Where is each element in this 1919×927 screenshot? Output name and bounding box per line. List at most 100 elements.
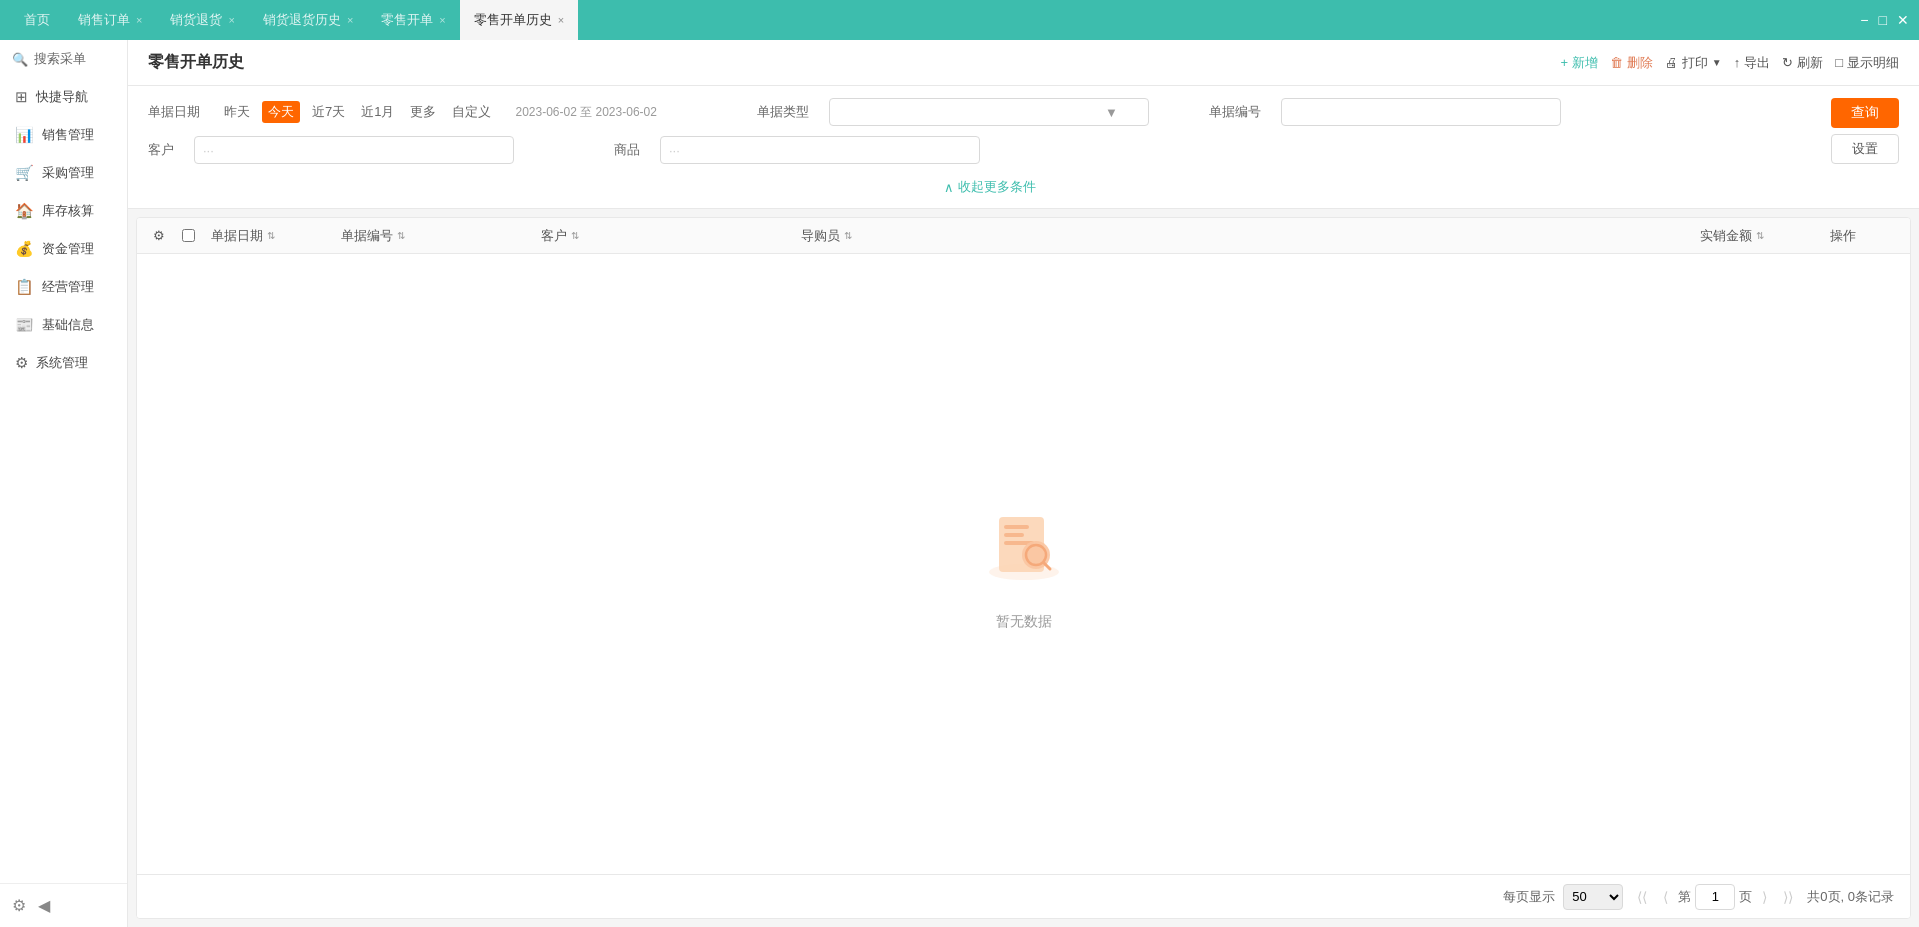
print-icon: 🖨	[1665, 55, 1678, 70]
type-select-arrow: ▼	[1105, 105, 1118, 120]
system-icon: ⚙	[15, 354, 28, 372]
query-button[interactable]: 查询	[1831, 98, 1899, 128]
delete-icon: 🗑	[1610, 55, 1623, 70]
date-options: 昨天 今天 近7天 近1月 更多 自定义	[220, 101, 495, 123]
print-button[interactable]: 🖨 打印 ▼	[1665, 54, 1722, 72]
display-detail-button[interactable]: □ 显示明细	[1835, 54, 1899, 72]
th-amount[interactable]: 实销金额 ⇅	[1692, 227, 1822, 245]
th-action-label: 操作	[1830, 227, 1856, 245]
sort-number-icon: ⇅	[397, 230, 405, 241]
customer-dots[interactable]: ···	[203, 143, 214, 158]
empty-illustration	[974, 497, 1074, 597]
setting-button[interactable]: 设置	[1831, 134, 1899, 164]
date-range: 2023-06-02 至 2023-06-02	[515, 104, 656, 121]
close-btn-window[interactable]: ✕	[1897, 12, 1909, 28]
sidebar-item-purchase[interactable]: 🛒 采购管理	[0, 154, 127, 192]
customer-select[interactable]: ···	[194, 136, 514, 164]
sidebar: 🔍 搜索采单 ⊞ 快捷导航 📊 销售管理 🛒 采购管理 🏠 库存核算 💰 资金管…	[0, 40, 128, 927]
select-all-checkbox[interactable]	[182, 229, 195, 242]
th-guide[interactable]: 导购员 ⇅	[793, 227, 933, 245]
close-tab-sales-return[interactable]: ×	[228, 14, 234, 26]
toolbar: + 新增 🗑 删除 🖨 打印 ▼ ↑ 导出 ↻ 刷新	[1561, 54, 1899, 72]
sidebar-search[interactable]: 🔍 搜索采单	[0, 40, 127, 78]
date-opt-custom[interactable]: 自定义	[448, 101, 495, 123]
tab-home[interactable]: 首页	[10, 0, 64, 40]
next-page-btn[interactable]: ⟩	[1756, 887, 1773, 907]
date-opt-more[interactable]: 更多	[406, 101, 440, 123]
window-controls: − □ ✕	[1860, 12, 1909, 28]
sidebar-item-sales[interactable]: 📊 销售管理	[0, 116, 127, 154]
tab-bar: 首页 销售订单 × 销货退货 × 销货退货历史 × 零售开单 × 零售开单历史 …	[10, 0, 1860, 40]
collapse-sidebar-icon[interactable]: ◀	[38, 896, 50, 915]
th-customer-label: 客户	[541, 227, 567, 245]
goods-label: 商品	[614, 141, 640, 159]
minimize-btn[interactable]: −	[1860, 12, 1868, 28]
last-page-btn[interactable]: ⟩⟩	[1777, 887, 1799, 907]
close-tab-sales-return-history[interactable]: ×	[347, 14, 353, 26]
date-opt-1month[interactable]: 近1月	[357, 101, 398, 123]
th-customer[interactable]: 客户 ⇅	[533, 227, 793, 245]
refresh-button[interactable]: ↻ 刷新	[1782, 54, 1823, 72]
maximize-btn[interactable]: □	[1879, 12, 1887, 28]
tab-retail-open[interactable]: 零售开单 ×	[367, 0, 459, 40]
per-page-label: 每页显示	[1503, 888, 1555, 906]
page-label: 第	[1678, 888, 1691, 906]
collapse-icon: ∧	[944, 180, 954, 195]
tab-sales-order[interactable]: 销售订单 ×	[64, 0, 156, 40]
pagination: 每页显示 50 100 200 ⟨⟨ ⟨ 第 页 ⟩ ⟩⟩ 共0页, 0条记录	[137, 874, 1910, 918]
table-header: ⚙ 单据日期 ⇅ 单据编号 ⇅ 客户 ⇅ 导购员	[137, 218, 1910, 254]
sidebar-item-system[interactable]: ⚙ 系统管理	[0, 344, 127, 382]
type-select[interactable]: ▼	[829, 98, 1149, 126]
svg-rect-3	[1004, 533, 1024, 537]
tab-sales-return-history[interactable]: 销货退货历史 ×	[249, 0, 367, 40]
page-unit: 页	[1739, 888, 1752, 906]
add-button[interactable]: + 新增	[1561, 54, 1598, 72]
sidebar-item-operations[interactable]: 📋 经营管理	[0, 268, 127, 306]
settings-icon[interactable]: ⚙	[12, 896, 26, 915]
main-layout: 🔍 搜索采单 ⊞ 快捷导航 📊 销售管理 🛒 采购管理 🏠 库存核算 💰 资金管…	[0, 40, 1919, 927]
prev-page-btn[interactable]: ⟨	[1657, 887, 1674, 907]
sidebar-item-quick-nav[interactable]: ⊞ 快捷导航	[0, 78, 127, 116]
close-tab-retail-open-history[interactable]: ×	[558, 14, 564, 26]
th-checkbox[interactable]	[173, 229, 203, 242]
table-area: ⚙ 单据日期 ⇅ 单据编号 ⇅ 客户 ⇅ 导购员	[136, 217, 1911, 919]
goods-select[interactable]: ···	[660, 136, 980, 164]
tab-sales-return[interactable]: 销货退货 ×	[156, 0, 248, 40]
th-gear[interactable]: ⚙	[145, 228, 173, 243]
th-date[interactable]: 单据日期 ⇅	[203, 227, 333, 245]
th-guide-label: 导购员	[801, 227, 840, 245]
sidebar-item-finance[interactable]: 💰 资金管理	[0, 230, 127, 268]
th-amount-label: 实销金额	[1700, 227, 1752, 245]
sidebar-item-basics[interactable]: 📰 基础信息	[0, 306, 127, 344]
filter-row-2: 客户 ··· 商品 ···	[148, 136, 1831, 164]
number-input[interactable]	[1281, 98, 1561, 126]
close-tab-sales-order[interactable]: ×	[136, 14, 142, 26]
number-label: 单据编号	[1209, 103, 1261, 121]
sort-customer-icon: ⇅	[571, 230, 579, 241]
export-button[interactable]: ↑ 导出	[1734, 54, 1771, 72]
sidebar-item-inventory[interactable]: 🏠 库存核算	[0, 192, 127, 230]
page-input[interactable]	[1695, 884, 1735, 910]
th-number-label: 单据编号	[341, 227, 393, 245]
delete-button[interactable]: 🗑 删除	[1610, 54, 1653, 72]
first-page-btn[interactable]: ⟨⟨	[1631, 887, 1653, 907]
th-action: 操作	[1822, 227, 1902, 245]
customer-label: 客户	[148, 141, 174, 159]
checkbox-icon: □	[1835, 55, 1843, 70]
empty-text: 暂无数据	[996, 613, 1052, 631]
page-title: 零售开单历史	[148, 52, 244, 73]
sales-icon: 📊	[15, 126, 34, 144]
svg-rect-2	[1004, 525, 1029, 529]
per-page-select[interactable]: 50 100 200	[1563, 884, 1623, 910]
date-opt-7days[interactable]: 近7天	[308, 101, 349, 123]
date-opt-yesterday[interactable]: 昨天	[220, 101, 254, 123]
goods-dots[interactable]: ···	[669, 143, 680, 158]
close-tab-retail-open[interactable]: ×	[439, 14, 445, 26]
th-number[interactable]: 单据编号 ⇅	[333, 227, 533, 245]
inventory-icon: 🏠	[15, 202, 34, 220]
collapse-filter-btn[interactable]: ∧ 收起更多条件	[148, 174, 1831, 196]
tab-retail-open-history[interactable]: 零售开单历史 ×	[460, 0, 578, 40]
gear-icon: ⚙	[153, 228, 165, 243]
refresh-icon: ↻	[1782, 55, 1793, 70]
date-opt-today[interactable]: 今天	[262, 101, 300, 123]
